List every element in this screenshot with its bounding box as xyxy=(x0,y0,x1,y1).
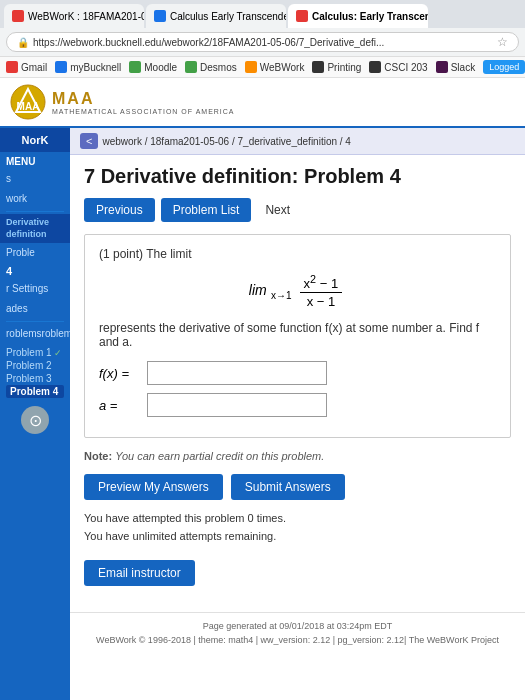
bookmark-gmail[interactable]: Gmail xyxy=(6,61,47,73)
slack-icon xyxy=(436,61,448,73)
breadcrumb-back-button[interactable]: < xyxy=(80,133,98,149)
maa-logo-img: MAA xyxy=(10,84,46,120)
problem-description: represents the derivative of some functi… xyxy=(99,321,496,349)
bookmark-printing[interactable]: Printing xyxy=(312,61,361,73)
sidebar-item-derivative[interactable]: Derivative definition xyxy=(0,214,70,243)
problem-number: 4 xyxy=(0,263,70,279)
sidebar-item-work[interactable]: work xyxy=(0,189,70,209)
a-label: a = xyxy=(99,398,139,413)
checkmark-1: ✓ xyxy=(54,348,62,358)
preview-button[interactable]: Preview My Answers xyxy=(84,474,223,500)
problem-intro: (1 point) The limit xyxy=(99,247,496,261)
main-layout: NorK MENU s work Derivative definition P… xyxy=(0,128,525,700)
fx-label: f(x) = xyxy=(99,366,139,381)
csci-icon xyxy=(369,61,381,73)
webwork-icon xyxy=(245,61,257,73)
fraction: x2 − 1 x − 1 xyxy=(300,273,343,309)
bookmark-slack[interactable]: Slack xyxy=(436,61,475,73)
maa-logo: MAA MAA MATHEMATICAL ASSOCIATION OF AMER… xyxy=(10,84,235,120)
problem-list-button[interactable]: Problem List xyxy=(161,198,252,222)
printing-icon xyxy=(312,61,324,73)
sidebar-problem-4[interactable]: Problem 4 xyxy=(6,385,64,398)
page-body: 7 Derivative definition: Problem 4 Previ… xyxy=(70,155,525,612)
note-text: Note: You can earn partial credit on thi… xyxy=(84,450,511,462)
sidebar-menu-label: MENU xyxy=(0,152,70,169)
mybucknell-icon xyxy=(55,61,67,73)
fx-input[interactable] xyxy=(147,361,327,385)
bookmark-mybucknell[interactable]: myBucknell xyxy=(55,61,121,73)
browser-tab-2[interactable]: Calculus Early Transcende... xyxy=(146,4,286,28)
sidebar-problem-2[interactable]: Problem 2 xyxy=(6,359,64,372)
attempt-text: You have attempted this problem 0 times.… xyxy=(84,510,511,545)
sidebar-item-proble: Proble xyxy=(0,243,70,263)
star-icon: ☆ xyxy=(497,35,508,49)
nav-buttons: Previous Problem List Next xyxy=(84,198,511,222)
svg-text:MAA: MAA xyxy=(17,101,40,112)
math-limit: lim x→1 x2 − 1 x − 1 xyxy=(99,273,496,309)
bookmark-webwork[interactable]: WeBWork xyxy=(245,61,305,73)
breadcrumb: < webwork / 18fama201-05-06 / 7_derivati… xyxy=(70,128,525,155)
previous-button[interactable]: Previous xyxy=(84,198,155,222)
browser-tab-1[interactable]: WeBWorK : 18FAMA201-0... xyxy=(4,4,144,28)
bookmark-moodle[interactable]: Moodle xyxy=(129,61,177,73)
gmail-icon xyxy=(6,61,18,73)
a-row: a = xyxy=(99,393,496,417)
page-title: 7 Derivative definition: Problem 4 xyxy=(84,165,511,188)
sidebar-problems-header: roblemsroblems xyxy=(0,324,70,344)
sidebar-problem-3[interactable]: Problem 3 xyxy=(6,372,64,385)
footer: Page generated at 09/01/2018 at 03:24pm … xyxy=(70,612,525,658)
submit-button[interactable]: Submit Answers xyxy=(231,474,345,500)
main-content: < webwork / 18fama201-05-06 / 7_derivati… xyxy=(70,128,525,700)
address-bar-row: 🔒 https://webwork.bucknell.edu/webwork2/… xyxy=(0,28,525,57)
a-input[interactable] xyxy=(147,393,327,417)
bookmarks-bar: Gmail myBucknell Moodle Desmos WeBWork P… xyxy=(0,57,525,78)
sidebar-item-grades[interactable]: ades xyxy=(0,299,70,319)
maa-text: MAA MATHEMATICAL ASSOCIATION OF AMERICA xyxy=(52,90,235,115)
sidebar-problems: Problem 1 ✓ Problem 2 Problem 3 Problem … xyxy=(0,344,70,400)
fx-row: f(x) = xyxy=(99,361,496,385)
browser-tabs: WeBWorK : 18FAMA201-0... Calculus Early … xyxy=(0,0,525,28)
sidebar-item-settings[interactable]: r Settings xyxy=(0,279,70,299)
moodle-icon xyxy=(129,61,141,73)
address-bar[interactable]: 🔒 https://webwork.bucknell.edu/webwork2/… xyxy=(6,32,519,52)
sidebar: NorK MENU s work Derivative definition P… xyxy=(0,128,70,700)
sidebar-problem-1[interactable]: Problem 1 ✓ xyxy=(6,346,64,359)
action-buttons: Preview My Answers Submit Answers xyxy=(84,474,511,500)
sidebar-item-s[interactable]: s xyxy=(0,169,70,189)
bookmark-desmos[interactable]: Desmos xyxy=(185,61,237,73)
sidebar-header: NorK xyxy=(0,128,70,152)
app-header: MAA MAA MATHEMATICAL ASSOCIATION OF AMER… xyxy=(0,78,525,128)
logged-in-badge: Logged xyxy=(483,60,525,74)
desmos-icon xyxy=(185,61,197,73)
user-icon: ⊙ xyxy=(29,411,42,430)
bookmark-csci[interactable]: CSCI 203 xyxy=(369,61,427,73)
problem-box: (1 point) The limit lim x→1 x2 − 1 x − 1… xyxy=(84,234,511,438)
lock-icon: 🔒 xyxy=(17,37,29,48)
browser-tab-3[interactable]: Calculus: Early Transcend... xyxy=(288,4,428,28)
email-instructor-button[interactable]: Email instructor xyxy=(84,560,195,586)
next-button[interactable]: Next xyxy=(257,198,298,222)
